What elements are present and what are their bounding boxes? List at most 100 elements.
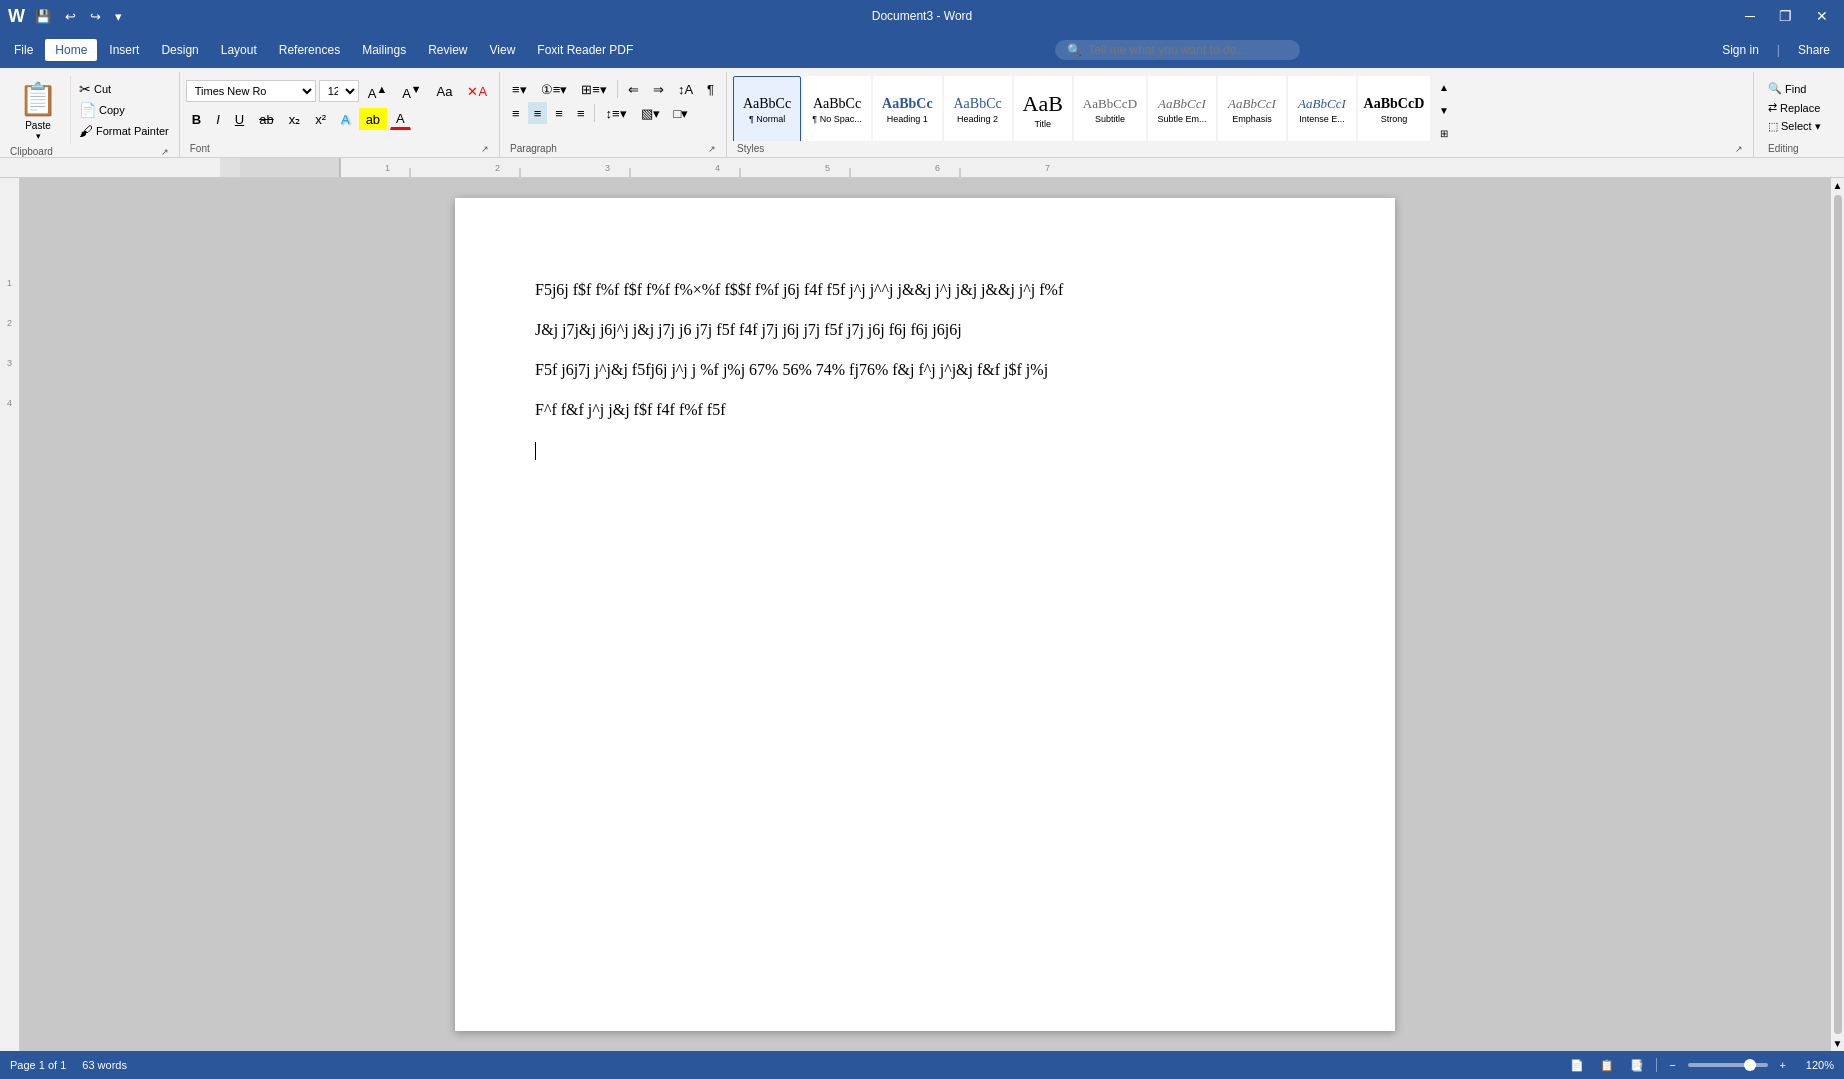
line-spacing-button[interactable]: ↕≡▾	[599, 102, 632, 124]
style-intense-em-button[interactable]: AaBbCcI Intense E...	[1288, 76, 1356, 141]
menu-home[interactable]: Home	[45, 39, 97, 61]
menu-view[interactable]: View	[480, 39, 526, 61]
multilevel-list-button[interactable]: ⊞≡▾	[575, 78, 613, 100]
paragraph-2[interactable]: J&j j7j&j j6j^j j&j j7j j6 j7j f5f f4f j…	[535, 318, 1315, 342]
redo-button[interactable]: ↪	[86, 7, 105, 26]
highlight-button[interactable]: ab	[359, 108, 387, 130]
undo-button[interactable]: ↩	[61, 7, 80, 26]
minimize-button[interactable]: ─	[1737, 6, 1763, 26]
clipboard-expand-icon[interactable]: ↗	[161, 147, 169, 157]
close-button[interactable]: ✕	[1808, 6, 1836, 26]
borders-button[interactable]: □▾	[668, 102, 695, 124]
menu-mailings[interactable]: Mailings	[352, 39, 416, 61]
save-button[interactable]: 💾	[31, 7, 55, 26]
style-emphasis-label: Emphasis	[1232, 114, 1272, 124]
menu-insert[interactable]: Insert	[99, 39, 149, 61]
find-icon: 🔍	[1768, 82, 1782, 95]
justify-button[interactable]: ≡	[571, 102, 591, 124]
customize-qat-button[interactable]: ▾	[111, 7, 126, 26]
copy-button[interactable]: 📄 Copy	[75, 100, 173, 120]
font-grow-button[interactable]: A▲	[362, 80, 393, 102]
search-input[interactable]	[1088, 43, 1288, 57]
scroll-up-button[interactable]: ▲	[1831, 178, 1844, 193]
increase-indent-button[interactable]: ⇒	[647, 78, 670, 100]
align-center-button[interactable]: ≡	[528, 102, 548, 124]
styles-more-button[interactable]: ⊞	[1434, 122, 1454, 141]
share-button[interactable]: Share	[1788, 39, 1840, 61]
bullets-button[interactable]: ≡▾	[506, 78, 533, 100]
style-heading2-button[interactable]: AaBbCc Heading 2	[944, 76, 1012, 141]
menu-foxit[interactable]: Foxit Reader PDF	[527, 39, 643, 61]
zoom-slider[interactable]	[1688, 1063, 1768, 1067]
clear-formatting-button[interactable]: ✕A	[461, 80, 493, 102]
scroll-thumb[interactable]	[1834, 195, 1842, 1034]
find-button[interactable]: 🔍 Find	[1764, 80, 1825, 97]
svg-text:4: 4	[715, 163, 720, 173]
signin-button[interactable]: Sign in	[1712, 39, 1769, 61]
svg-text:5: 5	[825, 163, 830, 173]
show-formatting-button[interactable]: ¶	[701, 78, 720, 100]
sort-button[interactable]: ↕A	[672, 78, 699, 100]
paste-icon: 📋	[18, 80, 58, 118]
bold-button[interactable]: B	[186, 108, 207, 130]
style-heading1-button[interactable]: AaBbCc Heading 1	[873, 76, 942, 141]
paragraph-expand-icon[interactable]: ↗	[708, 144, 716, 154]
select-button[interactable]: ⬚ Select ▾	[1764, 118, 1825, 135]
italic-button[interactable]: I	[210, 108, 226, 130]
replace-button[interactable]: ⇄ Replace	[1764, 99, 1825, 116]
cut-button[interactable]: ✂ Cut	[75, 79, 173, 99]
align-left-button[interactable]: ≡	[506, 102, 526, 124]
restore-button[interactable]: ❐	[1771, 6, 1800, 26]
paragraph-1[interactable]: F5j6j f$f f%f f$f f%f f%×%f f$$f f%f j6j…	[535, 278, 1315, 302]
subscript-button[interactable]: x₂	[283, 108, 307, 130]
align-right-button[interactable]: ≡	[549, 102, 569, 124]
format-painter-button[interactable]: 🖌 Format Painter	[75, 121, 173, 141]
title-bar-controls: ─ ❐ ✕	[1737, 6, 1836, 26]
svg-text:6: 6	[935, 163, 940, 173]
document-scroll[interactable]: F5j6j f$f f%f f$f f%f f%×%f f$$f f%f j6j…	[20, 178, 1830, 1051]
font-color-button[interactable]: A	[390, 108, 411, 130]
style-strong-button[interactable]: AaBbCcD Strong	[1358, 76, 1430, 141]
change-case-button[interactable]: Aa	[431, 80, 459, 102]
strikethrough-button[interactable]: ab	[253, 108, 279, 130]
style-normal-button[interactable]: AaBbCc ¶ Normal	[733, 76, 801, 141]
zoom-in-button[interactable]: +	[1776, 1057, 1790, 1073]
paragraph-4[interactable]: F^f f&f j^j j&j f$f f4f f%f f5f	[535, 398, 1315, 422]
font-expand-icon[interactable]: ↗	[481, 144, 489, 154]
paragraph-3[interactable]: F5f j6j7j j^j&j f5fj6j j^j j %f j%j 67% …	[535, 358, 1315, 382]
menu-references[interactable]: References	[269, 39, 350, 61]
underline-button[interactable]: U	[229, 108, 250, 130]
paragraph-5[interactable]	[535, 438, 1315, 462]
superscript-button[interactable]: x²	[309, 108, 332, 130]
print-layout-button[interactable]: 📄	[1566, 1057, 1588, 1074]
read-mode-button[interactable]: 📋	[1596, 1057, 1618, 1074]
zoom-out-button[interactable]: −	[1665, 1057, 1679, 1073]
style-emphasis-button[interactable]: AaBbCcI Emphasis	[1218, 76, 1286, 141]
menu-design[interactable]: Design	[151, 39, 208, 61]
web-layout-button[interactable]: 📑	[1626, 1057, 1648, 1074]
styles-scroll-down-button[interactable]: ▼	[1434, 99, 1454, 121]
style-subtle-em-button[interactable]: AaBbCcI Subtle Em...	[1148, 76, 1216, 141]
scroll-down-button[interactable]: ▼	[1831, 1036, 1844, 1051]
styles-expand-icon[interactable]: ↗	[1735, 144, 1743, 154]
left-ruler: 1 2 3 4	[0, 178, 20, 1051]
font-shrink-button[interactable]: A▼	[396, 80, 427, 102]
numbering-button[interactable]: ①≡▾	[535, 78, 574, 100]
scrollbar-vertical[interactable]: ▲ ▼	[1830, 178, 1844, 1051]
style-title-button[interactable]: AaB Title	[1014, 76, 1072, 141]
font-size-select[interactable]: 12	[319, 80, 359, 102]
decrease-indent-button[interactable]: ⇐	[622, 78, 645, 100]
style-nospacing-button[interactable]: AaBbCc ¶ No Spac...	[803, 76, 871, 141]
menu-file[interactable]: File	[4, 39, 43, 61]
style-subtitle-button[interactable]: AaBbCcD Subtitle	[1074, 76, 1146, 141]
editing-group-footer: Editing	[1762, 141, 1836, 157]
text-effects-button[interactable]: A	[335, 108, 356, 130]
paste-button[interactable]: 📋 Paste ▾	[10, 76, 66, 144]
style-title-label: Title	[1034, 119, 1051, 129]
menu-review[interactable]: Review	[418, 39, 477, 61]
styles-scroll-up-button[interactable]: ▲	[1434, 76, 1454, 98]
document-page[interactable]: F5j6j f$f f%f f$f f%f f%×%f f$$f f%f j6j…	[455, 198, 1395, 1031]
shading-button[interactable]: ▧▾	[635, 102, 666, 124]
menu-layout[interactable]: Layout	[211, 39, 267, 61]
font-name-select[interactable]: Times New Ro	[186, 80, 316, 102]
